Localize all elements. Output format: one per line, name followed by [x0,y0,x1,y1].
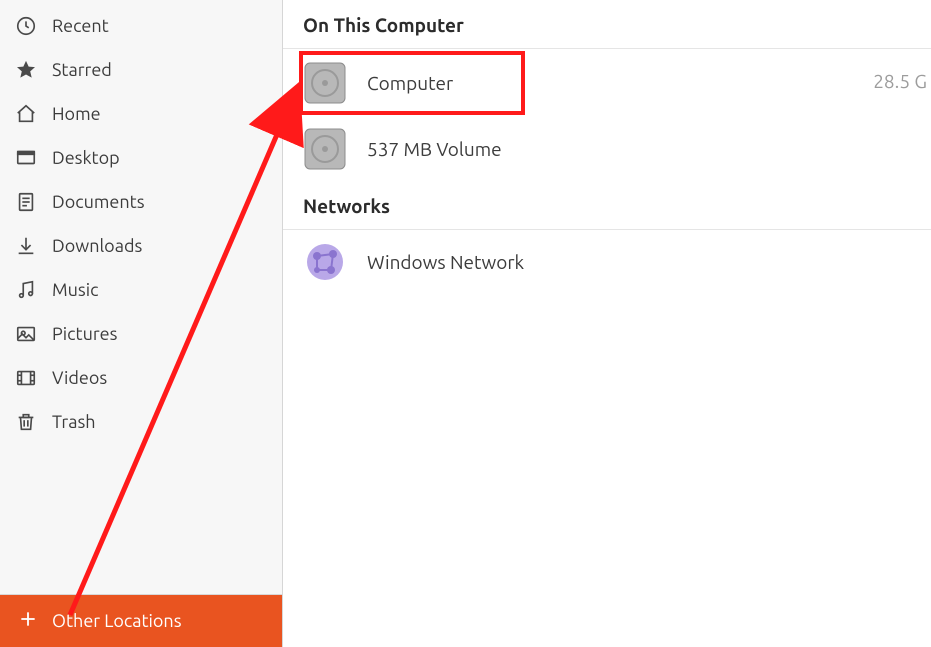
sidebar-item-home[interactable]: Home [0,92,282,136]
section-header-networks: Networks [283,181,931,227]
sidebar-item-desktop[interactable]: Desktop [0,136,282,180]
music-icon [14,278,38,302]
sidebar-item-other-locations[interactable]: Other Locations [0,595,282,647]
list-item-detail: 28.5 G [873,70,927,92]
sidebar: Recent Starred Home Desktop [0,0,283,647]
sidebar-item-pictures[interactable]: Pictures [0,312,282,356]
plus-icon [18,609,38,633]
sidebar-item-downloads[interactable]: Downloads [0,224,282,268]
sidebar-list: Recent Starred Home Desktop [0,0,282,594]
main-content: On This Computer Computer 28.5 G 537 MB … [283,0,931,647]
sidebar-item-label: Downloads [52,236,142,256]
sidebar-item-label: Home [52,104,101,124]
sidebar-item-trash[interactable]: Trash [0,400,282,444]
section-divider [283,48,931,49]
trash-icon [14,410,38,434]
sidebar-item-documents[interactable]: Documents [0,180,282,224]
list-item-label: 537 MB Volume [367,138,502,160]
sidebar-footer-label: Other Locations [52,611,182,631]
sidebar-item-label: Recent [52,16,109,36]
list-item-windows-network[interactable]: Windows Network [283,230,931,294]
network-icon [303,240,347,284]
sidebar-item-recent[interactable]: Recent [0,4,282,48]
star-icon [14,58,38,82]
sidebar-item-starred[interactable]: Starred [0,48,282,92]
sidebar-item-label: Videos [52,368,107,388]
hard-drive-icon [303,127,347,171]
documents-icon [14,190,38,214]
clock-icon [14,14,38,38]
sidebar-item-label: Starred [52,60,112,80]
sidebar-item-label: Music [52,280,98,300]
section-header-on-this-computer: On This Computer [283,0,931,46]
sidebar-item-label: Pictures [52,324,117,344]
home-icon [14,102,38,126]
videos-icon [14,366,38,390]
list-item-label: Windows Network [367,251,524,273]
sidebar-item-videos[interactable]: Videos [0,356,282,400]
list-item-label: Computer [367,72,453,94]
desktop-icon [14,146,38,170]
sidebar-item-label: Documents [52,192,145,212]
sidebar-item-label: Trash [52,412,96,432]
list-item-volume[interactable]: 537 MB Volume [283,117,931,181]
sidebar-item-music[interactable]: Music [0,268,282,312]
sidebar-item-label: Desktop [52,148,120,168]
pictures-icon [14,322,38,346]
downloads-icon [14,234,38,258]
list-item-computer[interactable]: Computer [299,51,525,115]
hard-drive-icon [303,61,347,105]
